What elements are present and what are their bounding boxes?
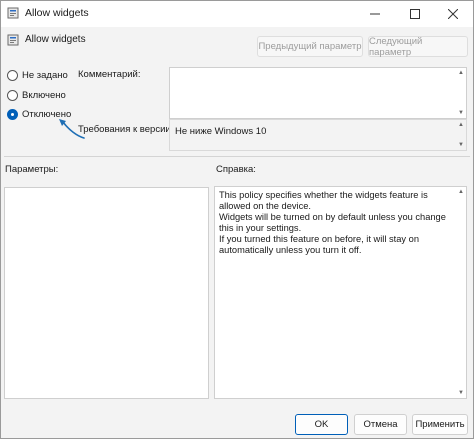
options-label: Параметры: — [5, 164, 59, 175]
supported-on-box: Не ниже Windows 10 ▲ ▼ — [169, 119, 467, 151]
comment-textarea[interactable]: ▲ ▼ — [169, 67, 467, 119]
radio-disabled-control[interactable] — [7, 109, 18, 120]
cancel-button[interactable]: Отмена — [354, 414, 407, 435]
policy-dialog-window: Allow widgets Allow widgets Предыдущий п… — [0, 0, 474, 439]
divider — [4, 156, 470, 157]
supported-on-label: Требования к версии: — [78, 124, 174, 135]
help-label: Справка: — [216, 164, 256, 175]
help-panel[interactable]: This policy specifies whether the widget… — [214, 186, 467, 399]
scroll-up-icon[interactable]: ▲ — [458, 122, 464, 128]
radio-not-configured[interactable]: Не задано — [7, 70, 68, 81]
radio-enabled[interactable]: Включено — [7, 90, 66, 101]
policy-title: Allow widgets — [25, 34, 86, 45]
scroll-down-icon[interactable]: ▼ — [458, 110, 464, 116]
close-icon — [448, 9, 458, 19]
ok-button[interactable]: OK — [295, 414, 348, 435]
close-button[interactable] — [433, 1, 473, 27]
minimize-button[interactable] — [355, 1, 395, 27]
next-setting-button[interactable]: Следующий параметр — [368, 36, 468, 58]
options-panel — [4, 187, 209, 399]
scroll-up-icon[interactable]: ▲ — [458, 189, 464, 195]
maximize-icon — [410, 9, 420, 19]
radio-enabled-label: Включено — [22, 90, 66, 101]
previous-setting-button[interactable]: Предыдущий параметр — [257, 36, 363, 57]
apply-button[interactable]: Применить — [412, 414, 468, 435]
scroll-down-icon[interactable]: ▼ — [458, 390, 464, 396]
comment-label: Комментарий: — [78, 69, 141, 80]
maximize-button[interactable] — [395, 1, 435, 27]
scroll-down-icon[interactable]: ▼ — [458, 142, 464, 148]
title-bar: Allow widgets — [1, 1, 473, 27]
scroll-up-icon[interactable]: ▲ — [458, 70, 464, 76]
radio-not-configured-control[interactable] — [7, 70, 18, 81]
radio-not-configured-label: Не задано — [22, 70, 68, 81]
help-text: This policy specifies whether the widget… — [219, 190, 446, 255]
radio-enabled-control[interactable] — [7, 90, 18, 101]
policy-header-icon — [7, 34, 19, 46]
window-title: Allow widgets — [25, 7, 89, 19]
minimize-icon — [370, 13, 380, 15]
policy-icon — [7, 7, 19, 19]
supported-on-value: Не ниже Windows 10 — [175, 126, 267, 137]
